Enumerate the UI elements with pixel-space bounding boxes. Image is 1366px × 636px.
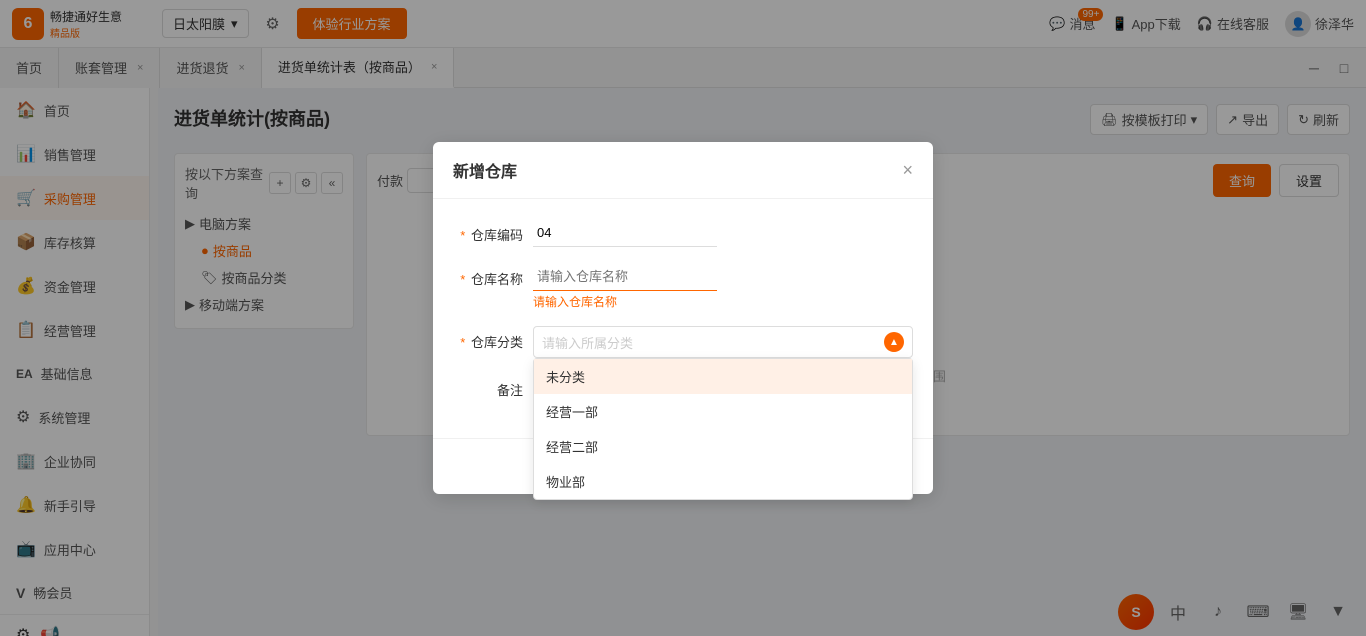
category-dropdown-arrow: ▲: [884, 332, 904, 352]
dropdown-item-2[interactable]: 经营二部: [534, 429, 912, 464]
warehouse-name-label: * 仓库名称: [453, 263, 533, 288]
modal-close-btn[interactable]: ×: [902, 160, 913, 181]
category-dropdown-trigger[interactable]: 请输入所属分类 ▲: [533, 326, 913, 358]
warehouse-name-wrapper: 请输入仓库名称: [533, 263, 913, 310]
warehouse-code-wrapper: [533, 219, 913, 247]
modal-title: 新增仓库: [453, 158, 517, 182]
category-dropdown-menu: 未分类 经营一部 经营二部 物业部: [533, 358, 913, 500]
warehouse-modal: 新增仓库 × * 仓库编码 * 仓库名称: [433, 142, 933, 494]
warehouse-code-label: * 仓库编码: [453, 219, 533, 244]
warehouse-name-row: * 仓库名称 请输入仓库名称: [453, 263, 913, 310]
warehouse-code-row: * 仓库编码: [453, 219, 913, 247]
warehouse-code-input[interactable]: [533, 219, 717, 247]
dropdown-item-3[interactable]: 物业部: [534, 464, 912, 499]
modal-body: * 仓库编码 * 仓库名称 请输入仓库名称: [433, 199, 933, 438]
dropdown-item-0[interactable]: 未分类: [534, 359, 912, 394]
warehouse-name-input[interactable]: [533, 263, 717, 291]
remark-label: 备注: [453, 374, 533, 399]
modal-overlay[interactable]: 新增仓库 × * 仓库编码 * 仓库名称: [0, 0, 1366, 636]
warehouse-category-label: * 仓库分类: [453, 326, 533, 351]
warehouse-category-wrapper: 请输入所属分类 ▲ 未分类 经营一部 经营二部 物业部: [533, 326, 913, 358]
warehouse-name-error: 请输入仓库名称: [533, 293, 913, 310]
dropdown-item-1[interactable]: 经营一部: [534, 394, 912, 429]
warehouse-category-row: * 仓库分类 请输入所属分类 ▲ 未分类 经营一部 经营二部 物业部: [453, 326, 913, 358]
modal-header: 新增仓库 ×: [433, 142, 933, 199]
